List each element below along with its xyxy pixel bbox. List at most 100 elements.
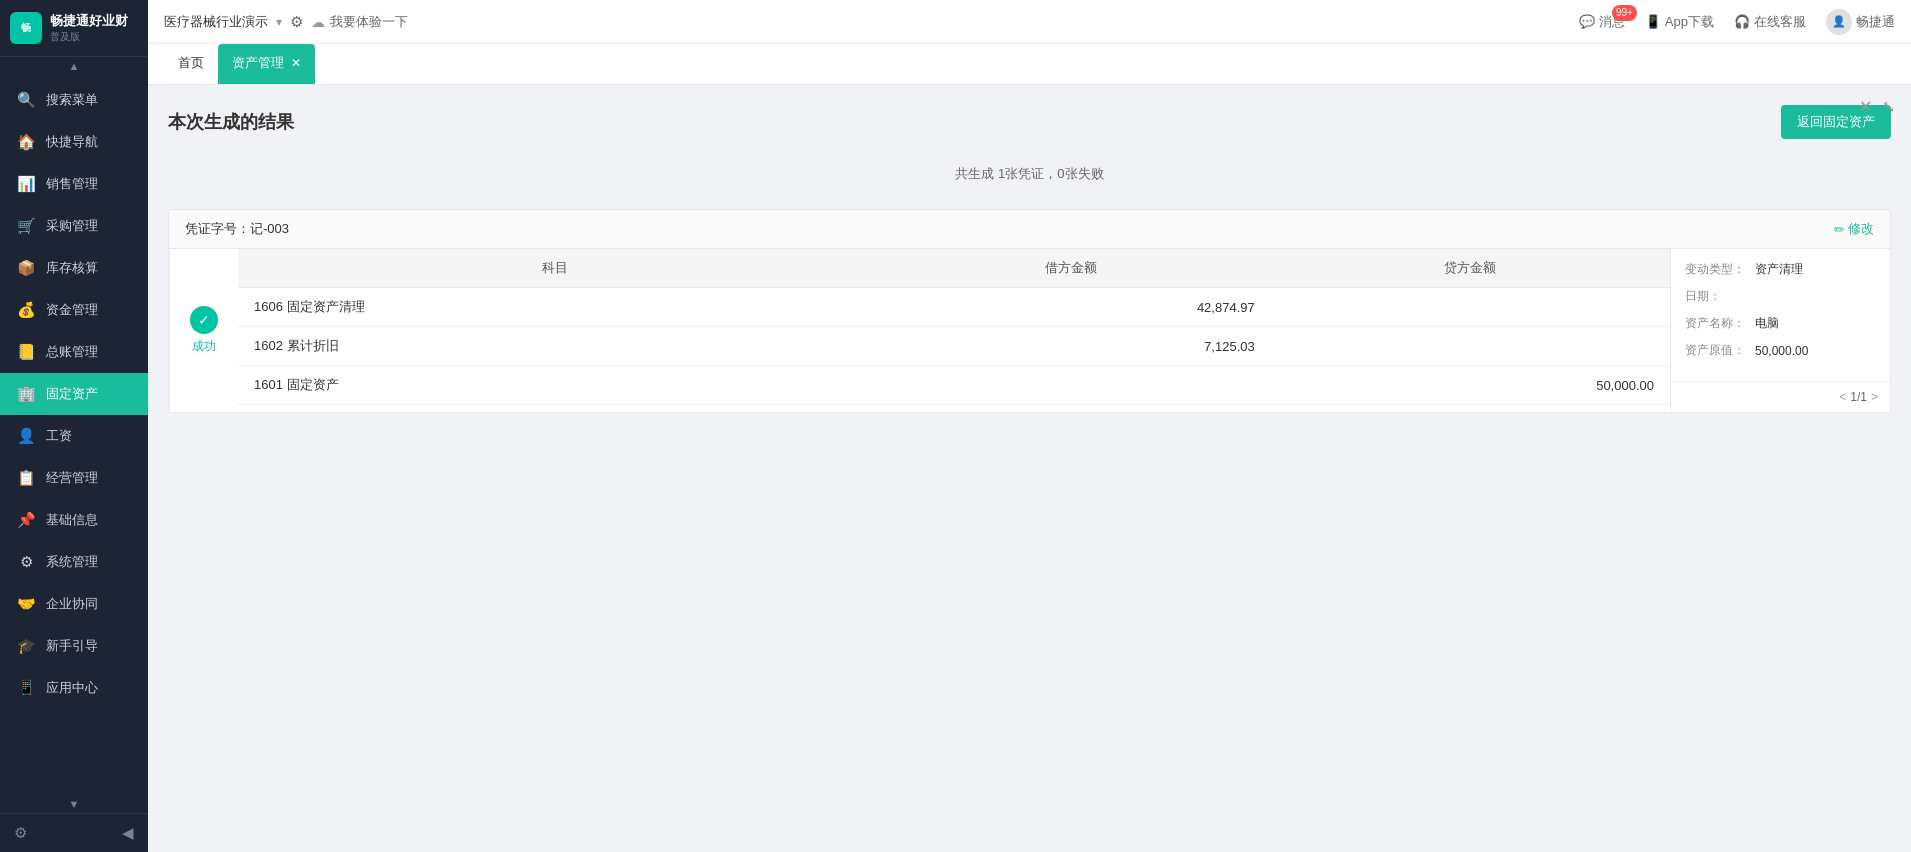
company-dropdown-icon[interactable]: ▾: [276, 15, 282, 29]
nav-icon-inventory: 📦: [16, 259, 36, 277]
voucher-body: ✓ 成功 科目 借方金额 贷方金额: [169, 249, 1890, 412]
sidebar-item-basic-info[interactable]: 📌 基础信息: [0, 499, 148, 541]
cell-subject-2: 1601 固定资产: [238, 366, 871, 405]
next-page-icon[interactable]: >: [1871, 390, 1878, 404]
online-support-action[interactable]: 🎧 在线客服: [1734, 13, 1806, 31]
page-content: ✕ ⤡ 本次生成的结果 返回固定资产 共生成 1张凭证，0张失败 凭证字号：记-…: [148, 85, 1911, 433]
settings-icon[interactable]: ⚙: [14, 824, 27, 842]
nav-icon-system: ⚙: [16, 553, 36, 571]
voucher-wrapper: ✕ ⤡ 本次生成的结果 返回固定资产 共生成 1张凭证，0张失败 凭证字号：记-…: [148, 85, 1911, 852]
sidebar-scroll-up[interactable]: ▲: [0, 57, 148, 75]
app-download-action[interactable]: 📱 App下载: [1645, 13, 1714, 31]
nav-icon-corp-collab: 🤝: [16, 595, 36, 613]
nav-icon-business: 📋: [16, 469, 36, 487]
cloud-icon: ☁: [311, 14, 325, 30]
nav-label-inventory: 库存核算: [46, 259, 98, 277]
online-support-icon: 🎧: [1734, 14, 1750, 29]
nav-label-general-ledger: 总账管理: [46, 343, 98, 361]
logo-title: 畅捷通好业财: [50, 12, 128, 30]
tabs-bar: 首页 资产管理 ✕: [148, 44, 1911, 85]
sidebar-item-purchase[interactable]: 🛒 采购管理: [0, 205, 148, 247]
nav-label-fixed-assets: 固定资产: [46, 385, 98, 403]
change-type-label: 变动类型：: [1685, 261, 1755, 278]
sidebar-item-general-ledger[interactable]: 📒 总账管理: [0, 331, 148, 373]
sidebar-item-app-center[interactable]: 📱 应用中心: [0, 667, 148, 709]
content-wrapper: ✕ ⤡ 本次生成的结果 返回固定资产 共生成 1张凭证，0张失败 凭证字号：记-…: [148, 85, 1911, 852]
sidebar: 畅 畅捷通好业财 普及版 ▲ 🔍 搜索菜单 🏠 快捷导航 📊 销售管理 🛒 采购…: [0, 0, 148, 852]
user-action[interactable]: 👤 畅捷通: [1826, 9, 1895, 35]
messages-badge: 99+: [1612, 5, 1637, 21]
voucher-table: 科目 借方金额 贷方金额 1606 固定资产清理 42,874.97 1602 …: [238, 249, 1670, 412]
nav-icon-finance: 💰: [16, 301, 36, 319]
tab-close-icon[interactable]: ✕: [291, 56, 301, 70]
sidebar-item-sales[interactable]: 📊 销售管理: [0, 163, 148, 205]
right-panel-inner: 变动类型： 资产清理 日期： 资产名称： 电脑: [1671, 249, 1890, 381]
close-panel-icon[interactable]: ✕: [1859, 97, 1872, 116]
nav-label-search: 搜索菜单: [46, 91, 98, 109]
nav-label-app-center: 应用中心: [46, 679, 98, 697]
sidebar-item-system[interactable]: ⚙ 系统管理: [0, 541, 148, 583]
tab-asset-mgmt-label: 资产管理: [232, 54, 284, 72]
sidebar-scroll-down[interactable]: ▼: [0, 795, 148, 813]
edit-button[interactable]: ✏ 修改: [1834, 220, 1874, 238]
expand-panel-icon[interactable]: ⤡: [1882, 97, 1895, 116]
success-icon: ✓: [190, 306, 218, 334]
col-credit: 贷方金额: [1271, 249, 1670, 288]
topbar-gear-icon[interactable]: ⚙: [290, 13, 303, 31]
table-row: 1602 累计折旧 7,125.03: [238, 327, 1670, 366]
cell-debit-0: 42,874.97: [871, 288, 1270, 327]
sidebar-item-quick-nav[interactable]: 🏠 快捷导航: [0, 121, 148, 163]
detail-date: 日期：: [1685, 288, 1876, 305]
user-avatar: 👤: [1826, 9, 1852, 35]
nav-icon-sales: 📊: [16, 175, 36, 193]
detail-asset-name: 资产名称： 电脑: [1685, 315, 1876, 332]
col-debit: 借方金额: [871, 249, 1270, 288]
edit-icon: ✏: [1834, 222, 1845, 237]
tab-asset-mgmt[interactable]: 资产管理 ✕: [218, 44, 315, 84]
sidebar-item-corp-collab[interactable]: 🤝 企业协同: [0, 583, 148, 625]
messages-icon: 💬: [1579, 14, 1595, 29]
page-info: 1/1: [1850, 390, 1867, 404]
asset-value-label: 资产原值：: [1685, 342, 1755, 359]
app-download-icon: 📱: [1645, 14, 1661, 29]
cell-credit-0: [1271, 288, 1670, 327]
table-row: 1601 固定资产 50,000.00: [238, 366, 1670, 405]
experience-button[interactable]: ☁ 我要体验一下: [311, 13, 408, 31]
nav-icon-quick-nav: 🏠: [16, 133, 36, 151]
voucher-number: 凭证字号：记-003: [185, 220, 289, 238]
collapse-icon[interactable]: ◀: [122, 824, 134, 842]
sidebar-item-finance[interactable]: 💰 资金管理: [0, 289, 148, 331]
sidebar-item-payroll[interactable]: 👤 工资: [0, 415, 148, 457]
success-label: 成功: [192, 338, 216, 355]
sidebar-item-inventory[interactable]: 📦 库存核算: [0, 247, 148, 289]
nav-icon-payroll: 👤: [16, 427, 36, 445]
nav-label-system: 系统管理: [46, 553, 98, 571]
main-wrapper: 医疗器械行业演示 ▾ ⚙ ☁ 我要体验一下 💬 消息 99+ 📱 App下载 🎧…: [148, 0, 1911, 852]
logo-text: 畅捷通好业财 普及版: [50, 12, 128, 44]
messages-action[interactable]: 💬 消息 99+: [1579, 13, 1625, 31]
tab-home[interactable]: 首页: [164, 44, 218, 84]
nav-label-finance: 资金管理: [46, 301, 98, 319]
sidebar-item-guide[interactable]: 🎓 新手引导: [0, 625, 148, 667]
date-label: 日期：: [1685, 288, 1755, 305]
topbar: 医疗器械行业演示 ▾ ⚙ ☁ 我要体验一下 💬 消息 99+ 📱 App下载 🎧…: [148, 0, 1911, 44]
nav-label-guide: 新手引导: [46, 637, 98, 655]
nav-label-sales: 销售管理: [46, 175, 98, 193]
nav-icon-app-center: 📱: [16, 679, 36, 697]
detail-asset-value: 资产原值： 50,000.00: [1685, 342, 1876, 359]
nav-icon-basic-info: 📌: [16, 511, 36, 529]
nav-label-purchase: 采购管理: [46, 217, 98, 235]
sidebar-item-search[interactable]: 🔍 搜索菜单: [0, 79, 148, 121]
nav-icon-general-ledger: 📒: [16, 343, 36, 361]
sidebar-item-business[interactable]: 📋 经营管理: [0, 457, 148, 499]
voucher-status: ✓ 成功: [169, 249, 238, 412]
sidebar-item-fixed-assets[interactable]: 🏢 固定资产: [0, 373, 148, 415]
right-panel: 变动类型： 资产清理 日期： 资产名称： 电脑: [1670, 249, 1890, 412]
online-support-label: 在线客服: [1754, 13, 1806, 31]
cell-subject-1: 1602 累计折旧: [238, 327, 871, 366]
nav-icon-purchase: 🛒: [16, 217, 36, 235]
prev-page-icon[interactable]: <: [1839, 390, 1846, 404]
sidebar-footer: ⚙ ◀: [0, 813, 148, 852]
pagination: < 1/1 >: [1671, 381, 1890, 412]
tab-home-label: 首页: [178, 54, 204, 72]
